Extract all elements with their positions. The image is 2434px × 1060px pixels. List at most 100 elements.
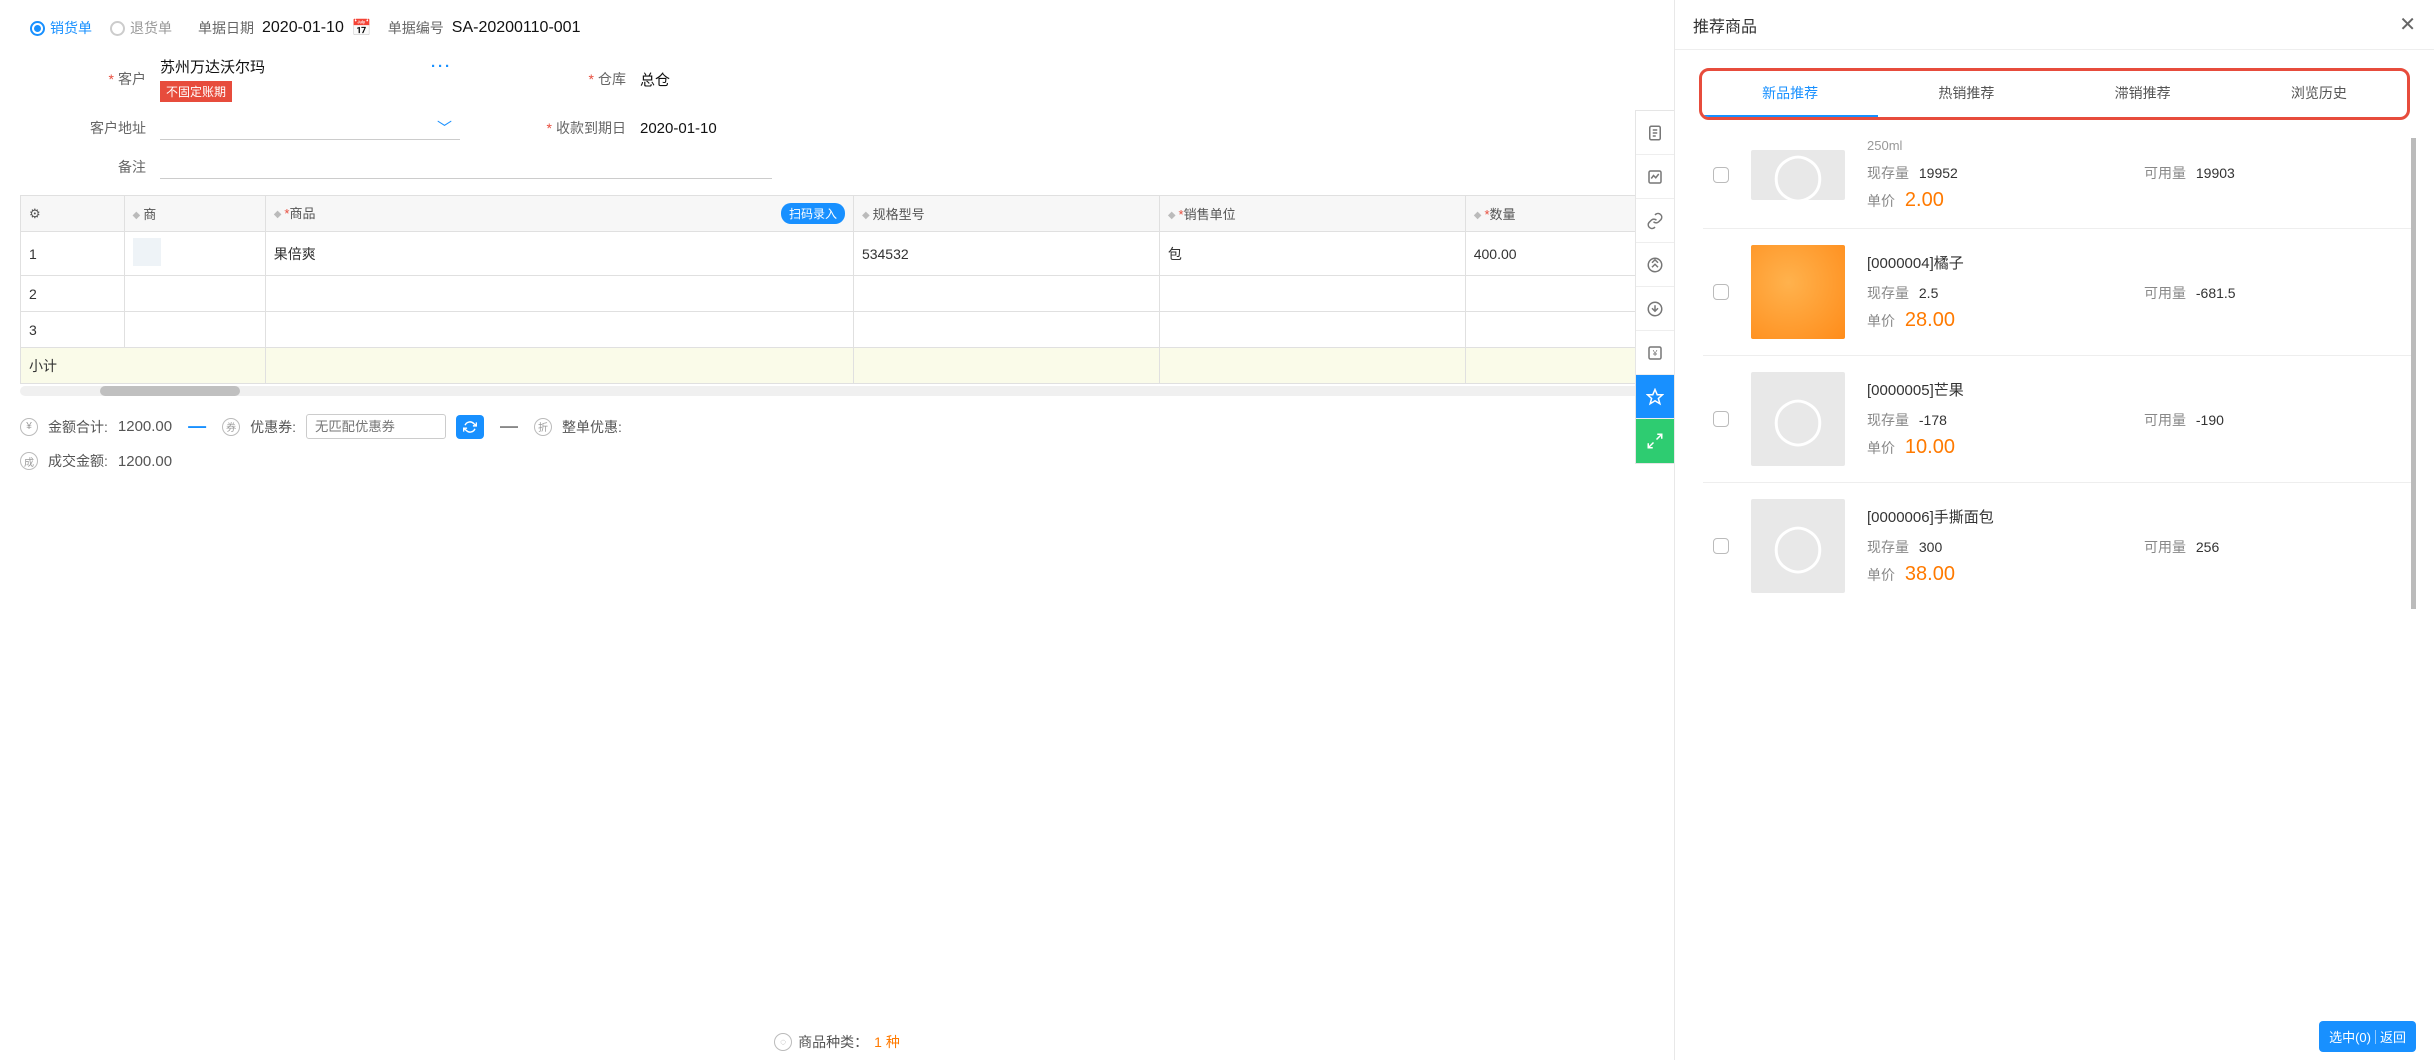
tab-sales-label: 销货单 (50, 18, 92, 38)
table-row[interactable]: 2 (21, 276, 1654, 312)
sales-order-panel: 销货单 退货单 单据日期 2020-01-10 📅 单据编号 SA-202001… (0, 0, 1674, 1060)
cell-qty[interactable]: 400.00 (1465, 232, 1653, 276)
recommend-tabs: 新品推荐 热销推荐 滞销推荐 浏览历史 (1699, 68, 2410, 120)
radio-icon (30, 21, 45, 36)
close-icon[interactable]: ✕ (2399, 12, 2416, 37)
product-image: ◯ (1751, 372, 1845, 466)
product-thumb (133, 238, 161, 266)
column-qty[interactable]: ◆*数量 (1465, 196, 1653, 232)
column-image[interactable]: ◆商 (124, 196, 265, 232)
amount-value: 1200.00 (118, 418, 172, 435)
doc-no-label: 单据编号 (388, 18, 444, 38)
minus-icon: — (500, 416, 518, 437)
table-row[interactable]: 3 (21, 312, 1654, 348)
remark-input[interactable] (160, 154, 772, 179)
product-image: ◯ (1751, 499, 1845, 593)
customer-value: 苏州万达沃尔玛 (160, 56, 265, 77)
recommend-panel: 推荐商品 ✕ 新品推荐 热销推荐 滞销推荐 浏览历史 ◯ 250ml 现存量 1… (1674, 0, 2434, 1060)
product-image: ◯ (1751, 150, 1845, 200)
side-archive-button[interactable] (1636, 287, 1674, 331)
product-checkbox[interactable] (1713, 411, 1729, 427)
cell-unit[interactable]: 包 (1159, 232, 1465, 276)
tab-return-order[interactable]: 退货单 (110, 18, 172, 38)
product-item[interactable]: ◯ 250ml 现存量 19952 可用量 19903 单价 2.00 (1703, 138, 2411, 229)
tab-slow[interactable]: 滞销推荐 (2055, 71, 2231, 117)
calendar-icon[interactable]: 📅 (352, 18, 372, 38)
doc-date-value[interactable]: 2020-01-10 (262, 19, 344, 37)
customer-addr-select[interactable]: ﹀ (160, 116, 460, 140)
warehouse-label: 仓库 (460, 69, 640, 89)
coupon-input[interactable] (306, 414, 446, 439)
column-spec[interactable]: ◆规格型号 (853, 196, 1159, 232)
deal-icon: 成 (20, 452, 38, 470)
coupon-icon: 券 (222, 418, 240, 436)
final-value: 1200.00 (118, 453, 172, 470)
order-items-table: ⚙ ◆商 ◆*商品 扫码录入 ◆规格型号 ◆*销售单位 ◆*数量 1 果倍爽 5… (20, 195, 1654, 384)
scan-entry-button[interactable]: 扫码录入 (781, 203, 845, 224)
discount-icon: 折 (534, 418, 552, 436)
column-product[interactable]: ◆*商品 扫码录入 (265, 196, 853, 232)
product-list[interactable]: ◯ 250ml 现存量 19952 可用量 19903 单价 2.00 [000… (1703, 138, 2416, 609)
tab-sales-order[interactable]: 销货单 (30, 18, 92, 38)
side-toolbar: ¥ (1635, 110, 1675, 464)
column-settings[interactable]: ⚙ (21, 196, 125, 232)
product-checkbox[interactable] (1713, 284, 1729, 300)
cell-name[interactable]: 果倍爽 (265, 232, 853, 276)
product-image (1751, 245, 1845, 339)
cell-spec[interactable]: 534532 (853, 232, 1159, 276)
minus-icon: — (188, 416, 206, 437)
product-item[interactable]: ◯ [0000005]芒果 现存量 -178 可用量 -190 单价 10.00 (1703, 356, 2411, 483)
due-value: 2020-01-10 (640, 120, 717, 137)
product-item[interactable]: ◯ [0000006]手撕面包 现存量 300 可用量 256 单价 38.00 (1703, 483, 2411, 609)
doc-no-value: SA-20200110-001 (452, 19, 581, 37)
product-item[interactable]: [0000004]橘子 现存量 2.5 可用量 -681.5 单价 28.00 (1703, 229, 2411, 356)
gear-icon: ⚙ (29, 206, 41, 221)
table-row[interactable]: 1 果倍爽 534532 包 400.00 (21, 232, 1654, 276)
warehouse-select[interactable]: 总仓 (640, 69, 840, 90)
whole-discount-label: 整单优惠: (562, 417, 622, 437)
ellipsis-icon[interactable]: ··· (431, 58, 460, 75)
kind-value: 1 种 (874, 1032, 900, 1052)
side-swap-button[interactable] (1636, 243, 1674, 287)
side-link-button[interactable] (1636, 199, 1674, 243)
selected-label: 选中(0) (2329, 1027, 2371, 1046)
product-title: [0000006]手撕面包 (1867, 506, 2401, 527)
product-checkbox[interactable] (1713, 167, 1729, 183)
subtotal-row: 小计 (21, 348, 1654, 384)
refresh-coupon-button[interactable] (456, 415, 484, 439)
warehouse-value: 总仓 (640, 69, 670, 90)
customer-select[interactable]: 苏州万达沃尔玛 ··· (160, 56, 460, 77)
chevron-down-icon: ﹀ (437, 117, 460, 138)
svg-text:¥: ¥ (1652, 349, 1658, 358)
back-label: 返回 (2380, 1027, 2406, 1046)
product-title: 250ml (1867, 138, 2401, 153)
kind-label: 商品种类： (798, 1032, 868, 1052)
side-favorite-button[interactable] (1636, 375, 1674, 419)
tag-icon: ◌ (774, 1033, 792, 1051)
due-label: 收款到期日 (460, 118, 640, 138)
doc-date-label: 单据日期 (198, 18, 254, 38)
horizontal-scrollbar[interactable] (20, 386, 1654, 396)
tab-return-label: 退货单 (130, 18, 172, 38)
column-unit[interactable]: ◆*销售单位 (1159, 196, 1465, 232)
coupon-label: 优惠券: (250, 417, 296, 437)
side-doc-button[interactable] (1636, 111, 1674, 155)
tab-history[interactable]: 浏览历史 (2231, 71, 2407, 117)
subtotal-label: 小计 (21, 348, 266, 384)
tab-new[interactable]: 新品推荐 (1702, 71, 1878, 117)
tab-hot[interactable]: 热销推荐 (1878, 71, 2054, 117)
due-date-input[interactable]: 2020-01-10 (640, 120, 840, 137)
side-expand-button[interactable] (1636, 419, 1674, 463)
customer-label: 客户 (20, 69, 160, 89)
product-title: [0000005]芒果 (1867, 379, 2401, 400)
final-label: 成交金额: (48, 451, 108, 471)
side-chart-button[interactable] (1636, 155, 1674, 199)
product-checkbox[interactable] (1713, 538, 1729, 554)
account-period-badge: 不固定账期 (160, 81, 232, 102)
product-title: [0000004]橘子 (1867, 252, 2401, 273)
order-type-tabs: 销货单 退货单 (20, 12, 182, 44)
yen-icon: ¥ (20, 418, 38, 436)
side-currency-button[interactable]: ¥ (1636, 331, 1674, 375)
selected-return-button[interactable]: 选中(0) 返回 (2319, 1021, 2416, 1052)
amount-label: 金额合计: (48, 417, 108, 437)
